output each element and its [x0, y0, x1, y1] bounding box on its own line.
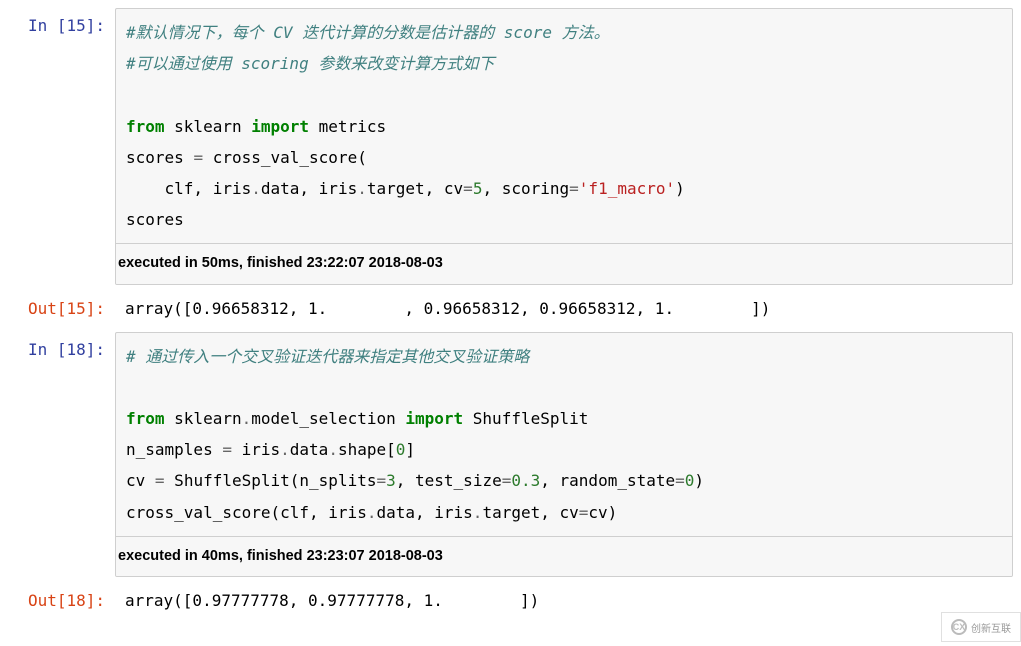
input-cell: In [18]: # 通过传入一个交叉验证迭代器来指定其他交叉验证策略 from… [0, 332, 1021, 577]
output-cell: Out[18]: array([0.97777778, 0.97777778, … [0, 583, 1021, 618]
watermark-icon: CX [951, 619, 967, 635]
exec-bar: executed in 50ms, finished 23:22:07 2018… [116, 243, 1012, 283]
code-block[interactable]: # 通过传入一个交叉验证迭代器来指定其他交叉验证策略 from sklearn.… [115, 332, 1013, 577]
code-body[interactable]: # 通过传入一个交叉验证迭代器来指定其他交叉验证策略 from sklearn.… [126, 341, 1002, 536]
out-prompt: Out[18]: [0, 583, 115, 618]
output-text: array([0.97777778, 0.97777778, 1. ]) [115, 583, 1021, 618]
exec-bar: executed in 40ms, finished 23:23:07 2018… [116, 536, 1012, 576]
code-block[interactable]: #默认情况下，每个 CV 迭代计算的分数是估计器的 score 方法。 #可以通… [115, 8, 1013, 285]
output-text: array([0.96658312, 1. , 0.96658312, 0.96… [115, 291, 1021, 326]
in-prompt: In [18]: [0, 332, 115, 577]
watermark-label: 创新互联 [971, 620, 1011, 635]
in-prompt: In [15]: [0, 8, 115, 285]
input-cell: In [15]: #默认情况下，每个 CV 迭代计算的分数是估计器的 score… [0, 8, 1021, 285]
watermark: CX 创新互联 [941, 612, 1021, 642]
output-cell: Out[15]: array([0.96658312, 1. , 0.96658… [0, 291, 1021, 326]
out-prompt: Out[15]: [0, 291, 115, 326]
code-body[interactable]: #默认情况下，每个 CV 迭代计算的分数是估计器的 score 方法。 #可以通… [126, 17, 1002, 243]
